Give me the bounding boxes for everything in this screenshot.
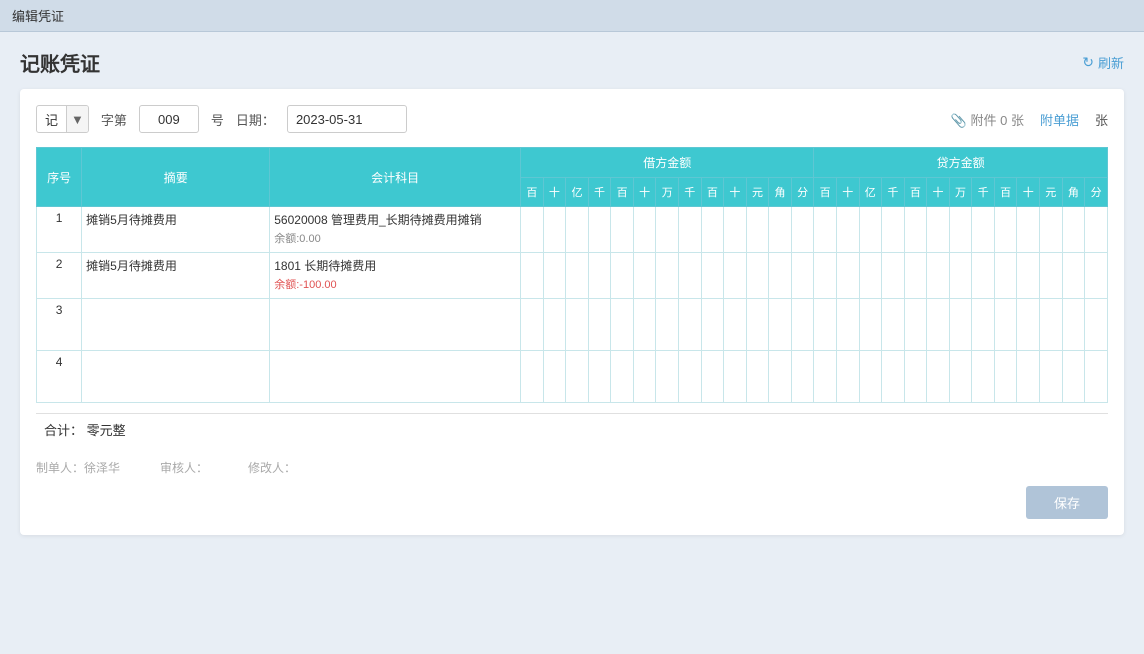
- th-d11: 元: [746, 178, 769, 207]
- th-c13: 分: [1085, 178, 1108, 207]
- table-row: 4: [37, 351, 1108, 403]
- maker-label: 制单人：徐泽华: [36, 459, 120, 476]
- footer-info: 制单人：徐泽华 审核人： 修改人：: [36, 459, 1108, 476]
- form-row: 记 ▼ 字第 号 日期： 📎 附件 0 张 附单据 张: [36, 105, 1108, 133]
- page-header: 记账凭证 ↻ 刷新: [20, 48, 1124, 77]
- title-bar-text: 编辑凭证: [12, 9, 64, 24]
- table-row: 3: [37, 299, 1108, 351]
- summary-footer: 合计： 零元整: [36, 413, 1108, 445]
- th-summary: 摘要: [82, 148, 270, 207]
- th-c3: 亿: [859, 178, 882, 207]
- refresh-button[interactable]: ↻ 刷新: [1082, 53, 1124, 72]
- attach-count-label: 张: [1095, 110, 1108, 129]
- row-balance-2: 余额:-100.00: [274, 274, 516, 294]
- th-d10: 十: [724, 178, 747, 207]
- table-row: 2 摊销5月待摊费用 1801 长期待摊费用 余额:-100.00: [37, 253, 1108, 299]
- th-d13: 分: [791, 178, 814, 207]
- row-seq-4: 4: [37, 351, 82, 403]
- page-title: 记账凭证: [20, 48, 100, 77]
- th-d7: 万: [656, 178, 679, 207]
- row-account-4[interactable]: [270, 351, 521, 403]
- th-c8: 千: [972, 178, 995, 207]
- summary-value: 零元整: [87, 423, 126, 438]
- voucher-table: 序号 摘要 会计科目 借方金额 贷方金额 百: [36, 147, 1108, 403]
- attach-area: 📎 附件 0 张 附单据 张: [951, 110, 1108, 129]
- row-seq-3: 3: [37, 299, 82, 351]
- th-d8: 千: [679, 178, 702, 207]
- th-c7: 万: [949, 178, 972, 207]
- th-credit: 贷方金额: [814, 148, 1108, 178]
- auditor-label: 审核人：: [160, 459, 208, 476]
- refresh-label: 刷新: [1098, 53, 1124, 72]
- row-account-3[interactable]: [270, 299, 521, 351]
- th-c5: 百: [904, 178, 927, 207]
- main-content: 记账凭证 ↻ 刷新 记 ▼ 字第 号 日期： 📎 附件 0 张 附单据 张: [0, 32, 1144, 654]
- zidi-label: 字第: [101, 110, 127, 129]
- th-d1: 百: [521, 178, 544, 207]
- th-c9: 百: [994, 178, 1017, 207]
- th-c4: 千: [882, 178, 905, 207]
- th-account: 会计科目: [270, 148, 521, 207]
- row-summary-2[interactable]: 摊销5月待摊费用: [82, 253, 270, 299]
- th-c1: 百: [814, 178, 837, 207]
- th-c6: 十: [927, 178, 950, 207]
- row-summary-1[interactable]: 摊销5月待摊费用: [82, 207, 270, 253]
- th-d6: 十: [633, 178, 656, 207]
- th-d4: 千: [588, 178, 611, 207]
- th-debit: 借方金额: [521, 148, 814, 178]
- prefix-value: 记: [37, 110, 66, 129]
- th-seq: 序号: [37, 148, 82, 207]
- save-button[interactable]: 保存: [1026, 486, 1108, 519]
- th-d5: 百: [611, 178, 634, 207]
- row-seq-2: 2: [37, 253, 82, 299]
- paperclip-icon: 📎: [951, 113, 967, 128]
- row-account-2[interactable]: 1801 长期待摊费用 余额:-100.00: [270, 253, 521, 299]
- summary-label: 合计：: [44, 423, 83, 438]
- table-row: 1 摊销5月待摊费用 56020008 管理费用_长期待摊费用摊销 余额:0.0…: [37, 207, 1108, 253]
- row-summary-3[interactable]: [82, 299, 270, 351]
- row-summary-4[interactable]: [82, 351, 270, 403]
- zi-hao-input[interactable]: [139, 105, 199, 133]
- modifier-label: 修改人：: [248, 459, 296, 476]
- refresh-icon: ↻: [1082, 54, 1094, 71]
- attach-link[interactable]: 📎 附件 0 张: [951, 110, 1024, 129]
- row-seq-1: 1: [37, 207, 82, 253]
- prefix-select[interactable]: 记 ▼: [36, 105, 89, 133]
- date-input[interactable]: [287, 105, 407, 133]
- date-label: 日期：: [236, 110, 275, 129]
- th-d12: 角: [769, 178, 792, 207]
- title-bar: 编辑凭证: [0, 0, 1144, 32]
- th-d9: 百: [701, 178, 724, 207]
- row-account-1[interactable]: 56020008 管理费用_长期待摊费用摊销 余额:0.00: [270, 207, 521, 253]
- voucher-card: 记 ▼ 字第 号 日期： 📎 附件 0 张 附单据 张 序: [20, 89, 1124, 535]
- save-area: 保存: [36, 486, 1108, 519]
- attach-single-link[interactable]: 附单据: [1040, 110, 1079, 129]
- hao-label: 号: [211, 110, 224, 129]
- th-c2: 十: [836, 178, 859, 207]
- th-c11: 元: [1040, 178, 1063, 207]
- row-balance-1: 余额:0.00: [274, 228, 516, 248]
- th-d2: 十: [543, 178, 566, 207]
- prefix-arrow-icon[interactable]: ▼: [66, 106, 88, 132]
- th-c10: 十: [1017, 178, 1040, 207]
- attach-label: 附件 0 张: [971, 113, 1024, 128]
- th-c12: 角: [1062, 178, 1085, 207]
- th-d3: 亿: [566, 178, 589, 207]
